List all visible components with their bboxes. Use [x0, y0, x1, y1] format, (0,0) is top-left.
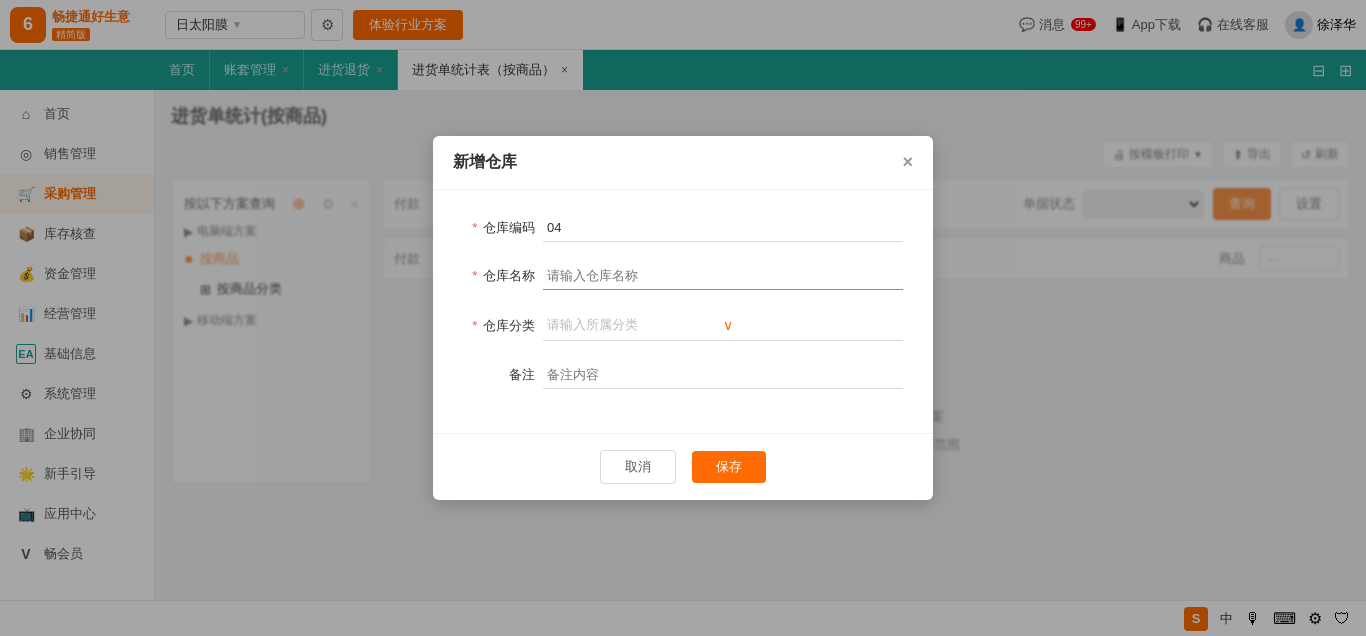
warehouse-category-row: * 仓库分类 请输入所属分类 ∨: [463, 310, 903, 341]
modal-body: * 仓库编码 * 仓库名称 * 仓库分类 请输入: [433, 190, 933, 433]
cancel-button[interactable]: 取消: [600, 450, 676, 484]
warehouse-code-input[interactable]: [543, 214, 903, 242]
save-button[interactable]: 保存: [692, 451, 766, 483]
modal-close-button[interactable]: ×: [902, 152, 913, 173]
code-required-star: *: [472, 220, 477, 235]
category-chevron-icon: ∨: [723, 317, 899, 333]
modal-title: 新增仓库: [453, 152, 517, 173]
warehouse-name-row: * 仓库名称: [463, 262, 903, 290]
category-placeholder: 请输入所属分类: [547, 316, 723, 334]
warehouse-note-input[interactable]: [543, 361, 903, 389]
warehouse-note-label: 备注: [463, 366, 543, 384]
category-required-star: *: [472, 318, 477, 333]
warehouse-name-label: * 仓库名称: [463, 267, 543, 285]
warehouse-category-label: * 仓库分类: [463, 317, 543, 335]
warehouse-name-input[interactable]: [543, 262, 903, 290]
warehouse-code-row: * 仓库编码: [463, 214, 903, 242]
warehouse-category-select[interactable]: 请输入所属分类 ∨: [543, 310, 903, 341]
warehouse-code-label: * 仓库编码: [463, 219, 543, 237]
warehouse-modal: 新增仓库 × * 仓库编码 * 仓库名称: [433, 136, 933, 500]
name-required-star: *: [472, 268, 477, 283]
modal-header: 新增仓库 ×: [433, 136, 933, 190]
modal-footer: 取消 保存: [433, 433, 933, 500]
modal-overlay: 新增仓库 × * 仓库编码 * 仓库名称: [0, 0, 1366, 636]
warehouse-note-row: 备注: [463, 361, 903, 389]
